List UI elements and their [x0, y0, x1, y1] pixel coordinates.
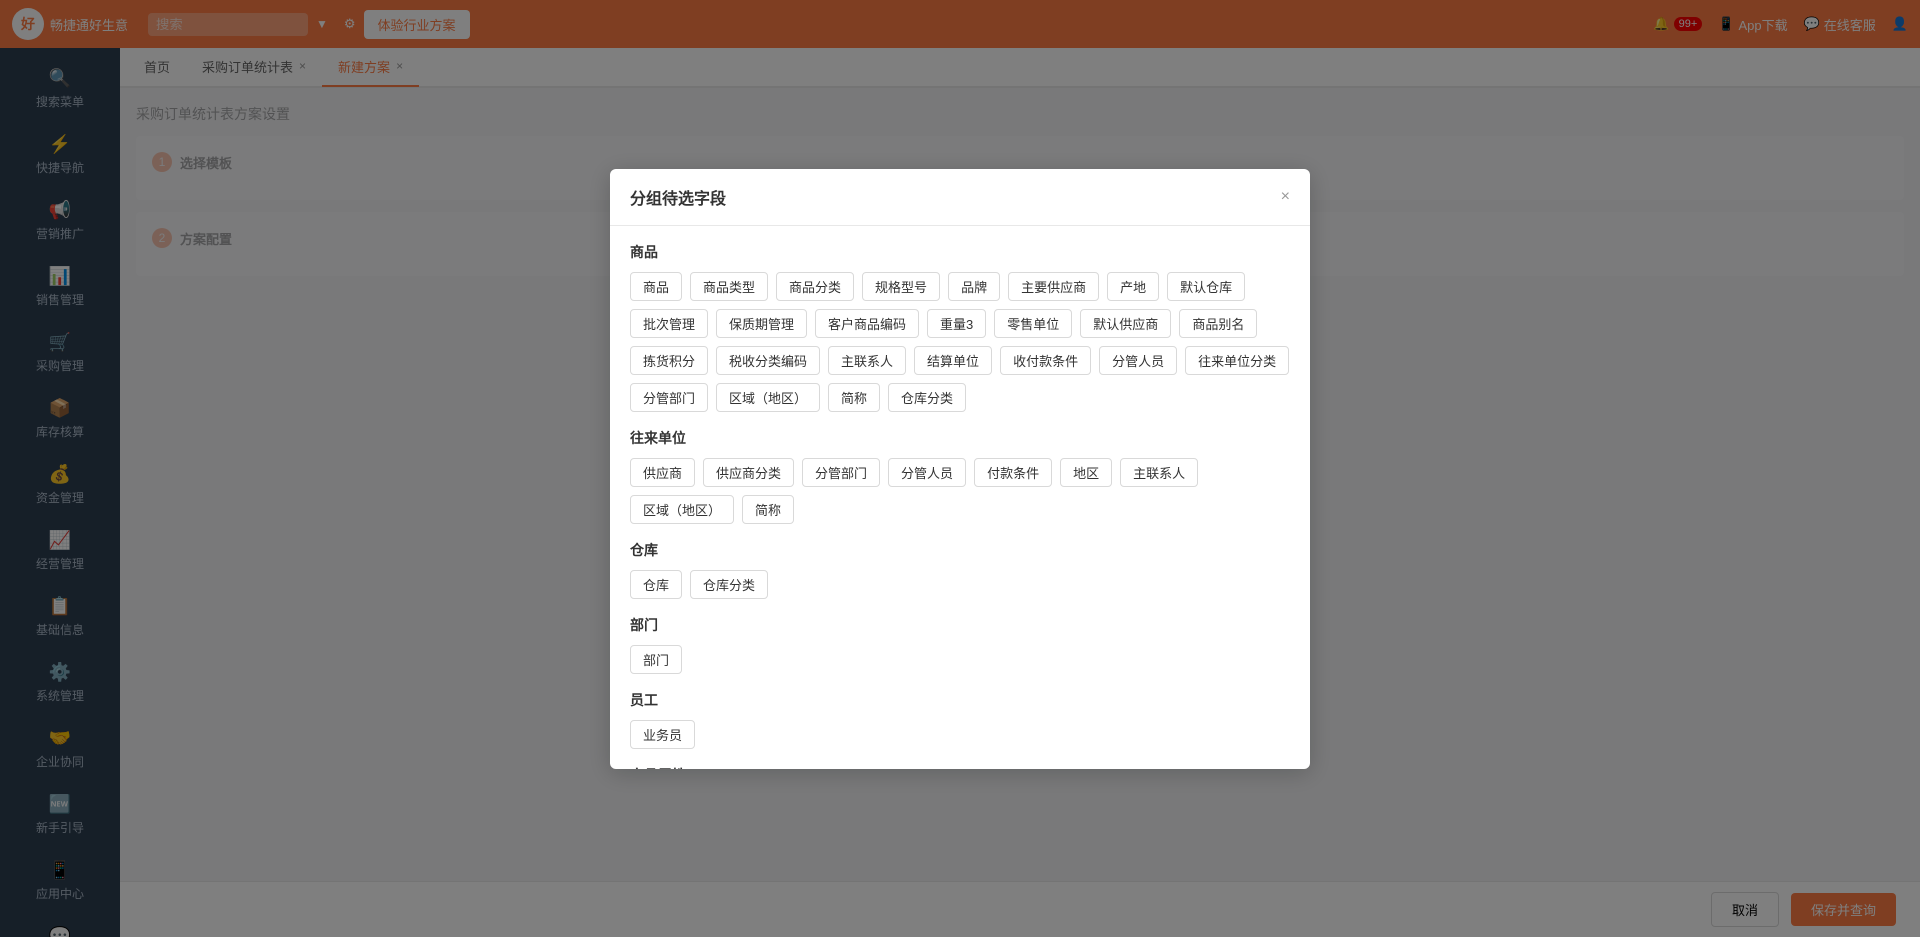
field-tag-业务员[interactable]: 业务员 [630, 720, 695, 749]
field-grid-product: 商品商品类型商品分类规格型号品牌主要供应商产地默认仓库批次管理保质期管理客户商品… [630, 272, 1290, 412]
field-grid-department: 部门 [630, 645, 1290, 674]
field-tag-分管部门[interactable]: 分管部门 [802, 458, 880, 487]
field-tag-默认供应商[interactable]: 默认供应商 [1080, 309, 1171, 338]
field-tag-供应商分类[interactable]: 供应商分类 [703, 458, 794, 487]
field-tag-品牌[interactable]: 品牌 [948, 272, 1000, 301]
field-tag-客户商品编码[interactable]: 客户商品编码 [815, 309, 919, 338]
field-tag-仓库分类[interactable]: 仓库分类 [690, 570, 768, 599]
dialog: 分组待选字段 × 商品商品商品类型商品分类规格型号品牌主要供应商产地默认仓库批次… [610, 169, 1310, 769]
section-title-department: 部门 [630, 615, 1290, 635]
field-tag-重量3[interactable]: 重量3 [927, 309, 986, 338]
field-tag-付款条件[interactable]: 付款条件 [974, 458, 1052, 487]
field-tag-分管人员[interactable]: 分管人员 [1099, 346, 1177, 375]
field-tag-默认仓库[interactable]: 默认仓库 [1167, 272, 1245, 301]
field-tag-批次管理[interactable]: 批次管理 [630, 309, 708, 338]
field-tag-主联系人[interactable]: 主联系人 [1120, 458, 1198, 487]
section-title-warehouse: 仓库 [630, 540, 1290, 560]
field-tag-主联系人[interactable]: 主联系人 [828, 346, 906, 375]
field-tag-主要供应商[interactable]: 主要供应商 [1008, 272, 1099, 301]
field-tag-分管人员[interactable]: 分管人员 [888, 458, 966, 487]
field-tag-简称[interactable]: 简称 [828, 383, 880, 412]
field-tag-区域（地区）[interactable]: 区域（地区） [630, 495, 734, 524]
field-tag-结算单位[interactable]: 结算单位 [914, 346, 992, 375]
field-tag-收付款条件[interactable]: 收付款条件 [1000, 346, 1091, 375]
field-tag-税收分类编码[interactable]: 税收分类编码 [716, 346, 820, 375]
field-tag-规格型号[interactable]: 规格型号 [862, 272, 940, 301]
field-tag-区域（地区）[interactable]: 区域（地区） [716, 383, 820, 412]
field-tag-仓库[interactable]: 仓库 [630, 570, 682, 599]
section-title-employee: 员工 [630, 690, 1290, 710]
field-tag-仓库分类[interactable]: 仓库分类 [888, 383, 966, 412]
field-tag-拣货积分[interactable]: 拣货积分 [630, 346, 708, 375]
field-tag-零售单位[interactable]: 零售单位 [994, 309, 1072, 338]
dialog-close-button[interactable]: × [1281, 188, 1290, 206]
dialog-title: 分组待选字段 [630, 185, 726, 209]
field-grid-warehouse: 仓库仓库分类 [630, 570, 1290, 599]
field-tag-产地[interactable]: 产地 [1107, 272, 1159, 301]
field-tag-地区[interactable]: 地区 [1060, 458, 1112, 487]
dialog-overlay: 分组待选字段 × 商品商品商品类型商品分类规格型号品牌主要供应商产地默认仓库批次… [0, 0, 1920, 937]
field-grid-partner: 供应商供应商分类分管部门分管人员付款条件地区主联系人区域（地区） 简称 [630, 458, 1290, 524]
section-title-partner: 往来单位 [630, 428, 1290, 448]
field-tag-商品别名[interactable]: 商品别名 [1179, 309, 1257, 338]
field-tag-供应商[interactable]: 供应商 [630, 458, 695, 487]
section-title-product: 商品 [630, 242, 1290, 262]
field-tag-分管部门[interactable]: 分管部门 [630, 383, 708, 412]
dialog-body: 商品商品商品类型商品分类规格型号品牌主要供应商产地默认仓库批次管理保质期管理客户… [610, 226, 1310, 769]
field-tag-保质期管理[interactable]: 保质期管理 [716, 309, 807, 338]
field-tag-商品分类[interactable]: 商品分类 [776, 272, 854, 301]
field-tag-往来单位分类[interactable]: 往来单位分类 [1185, 346, 1289, 375]
field-tag-简称[interactable]: 简称 [742, 495, 794, 524]
section-title-product-attr: 商品属性 [630, 765, 1290, 769]
field-grid-employee: 业务员 [630, 720, 1290, 749]
field-tag-商品[interactable]: 商品 [630, 272, 682, 301]
field-tag-商品类型[interactable]: 商品类型 [690, 272, 768, 301]
field-tag-部门[interactable]: 部门 [630, 645, 682, 674]
dialog-header: 分组待选字段 × [610, 169, 1310, 226]
